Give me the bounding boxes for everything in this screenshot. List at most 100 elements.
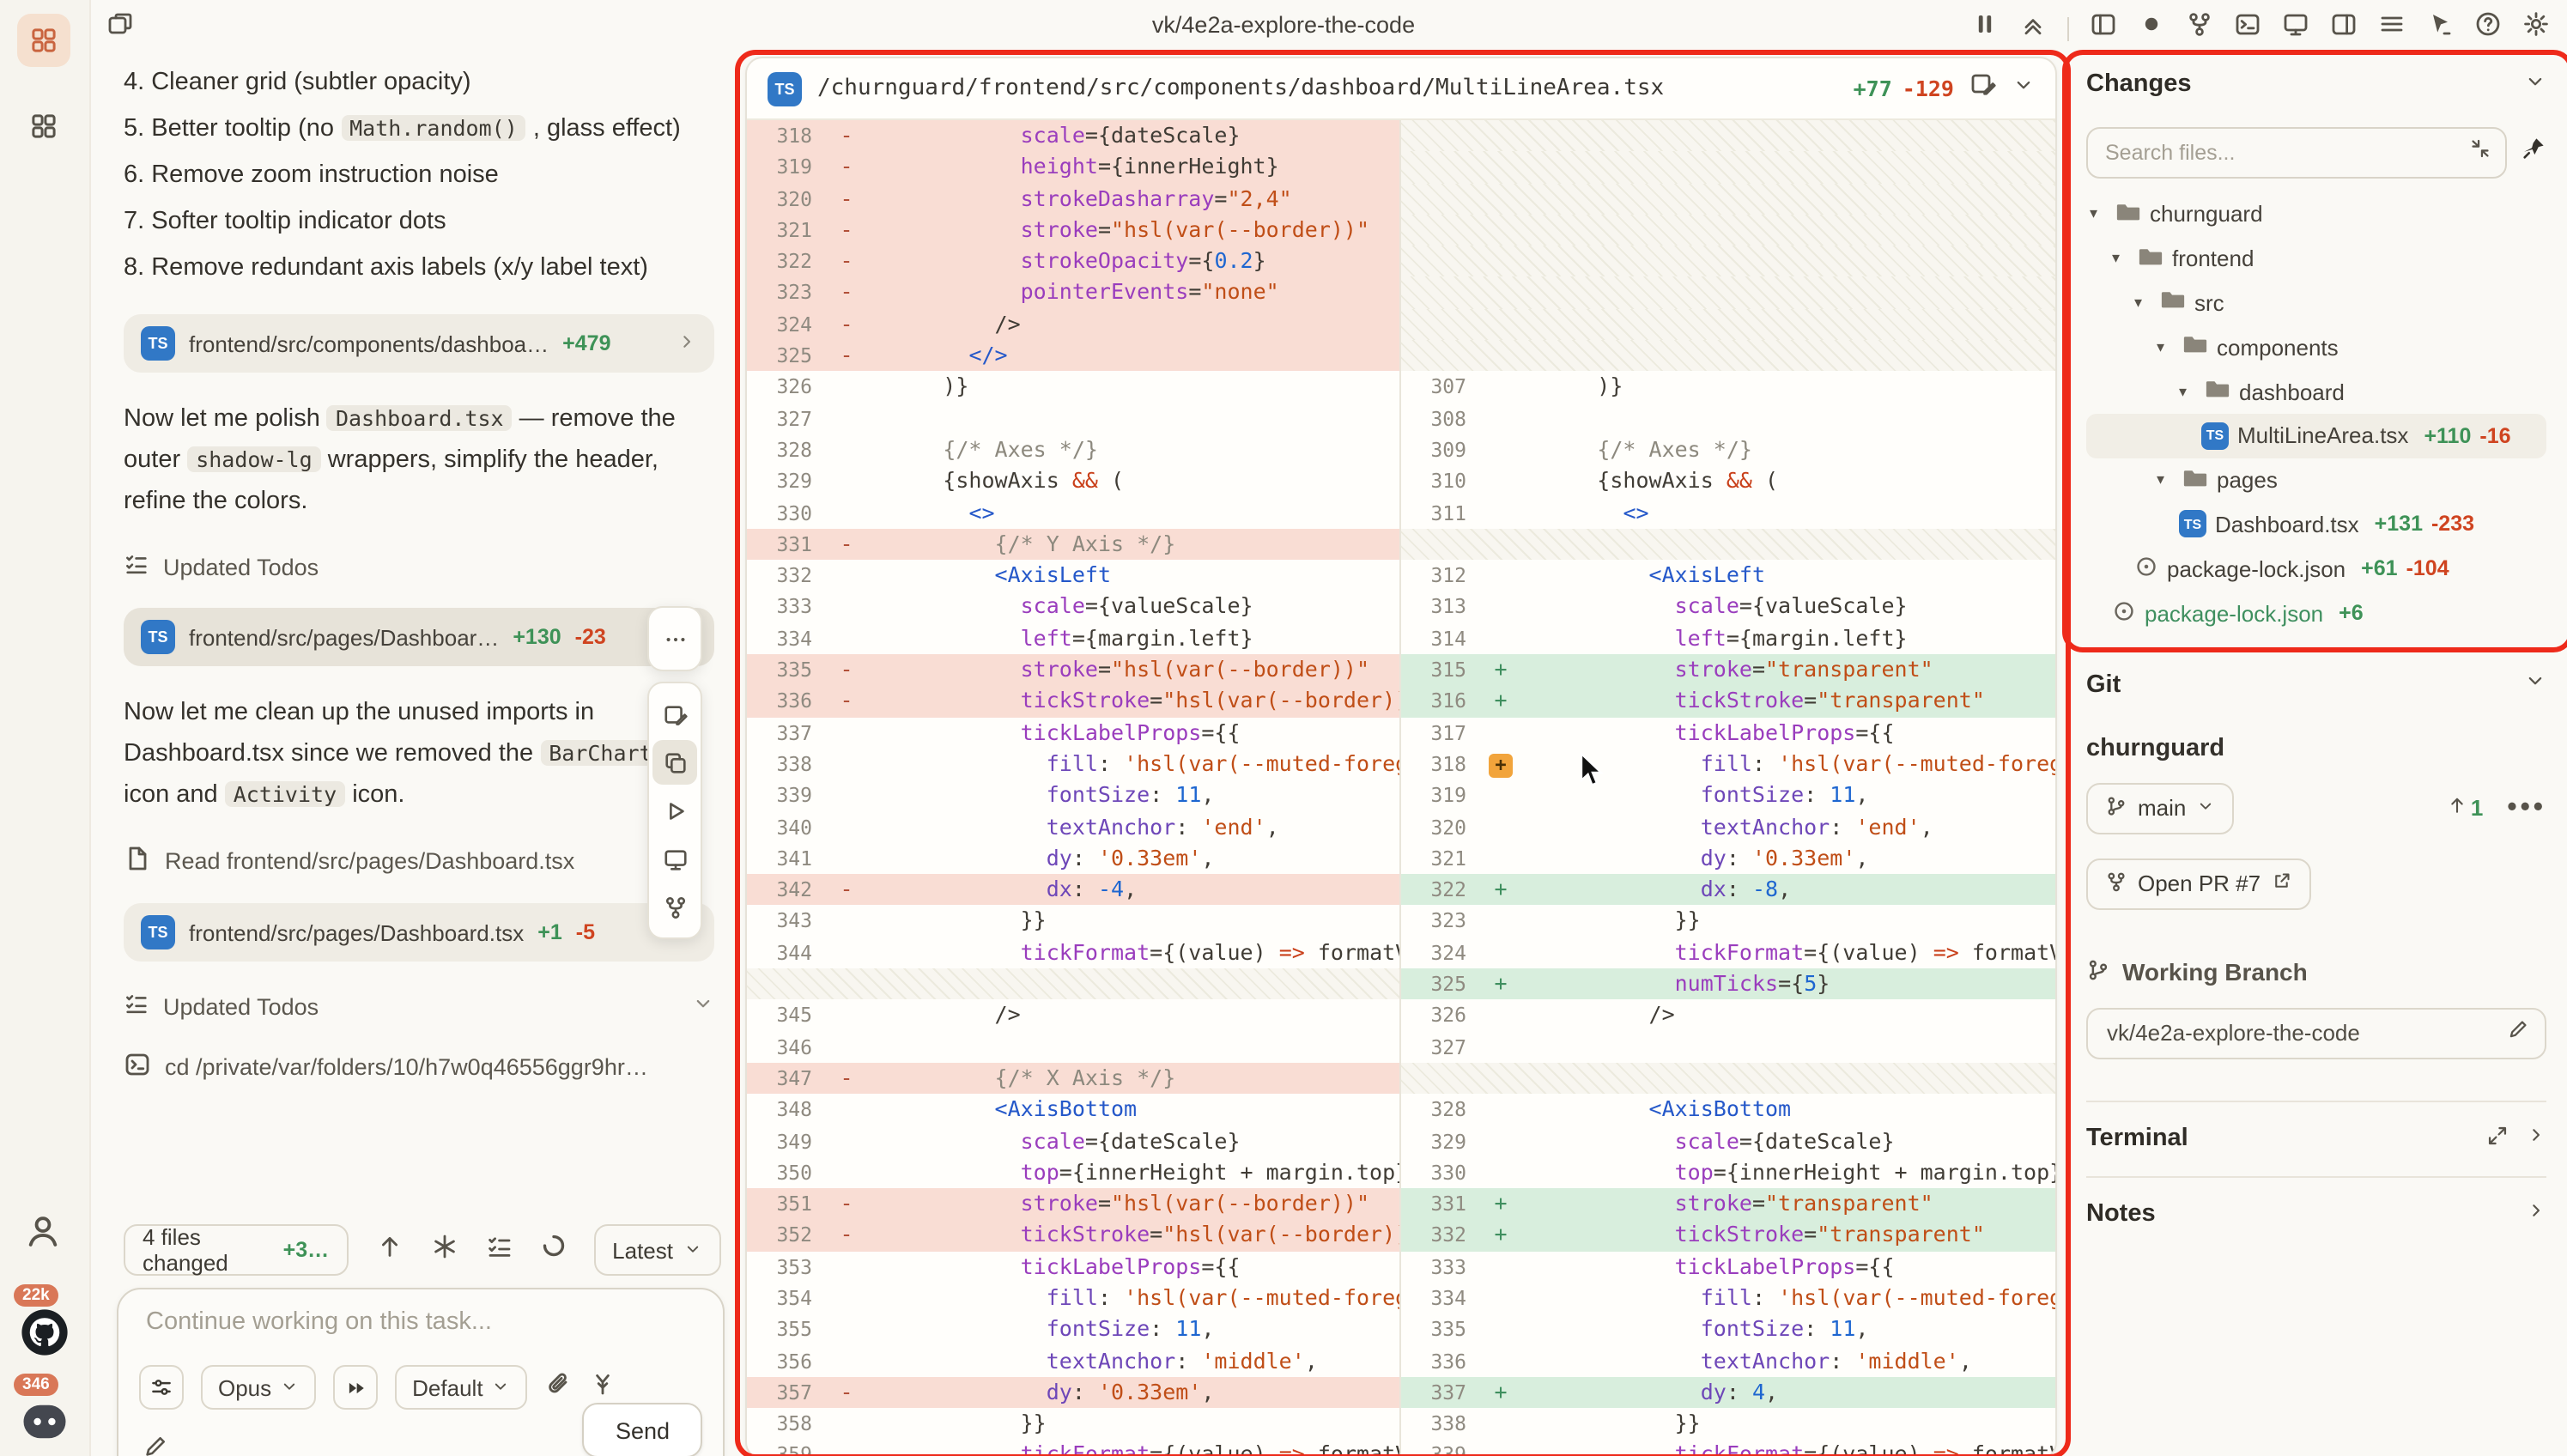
line-number: 335 bbox=[747, 654, 828, 686]
gear-icon[interactable] bbox=[2522, 10, 2550, 46]
message-input[interactable] bbox=[143, 1307, 706, 1338]
diff-code-line: 355 fontSize: 11, bbox=[747, 1314, 1401, 1346]
search-files-box[interactable] bbox=[2086, 127, 2507, 179]
scroll-top-button[interactable] bbox=[375, 1232, 403, 1268]
pause-icon[interactable] bbox=[1971, 10, 1999, 46]
panel-left-icon[interactable] bbox=[2090, 10, 2117, 46]
diff-marker bbox=[828, 1031, 865, 1063]
added-count: +479 bbox=[562, 331, 610, 355]
add-comment-button[interactable]: + bbox=[1489, 754, 1513, 778]
expand-icon[interactable] bbox=[2486, 1125, 2509, 1154]
working-branch-input[interactable] bbox=[2103, 1019, 2497, 1048]
menu-icon[interactable] bbox=[2378, 10, 2406, 46]
code-text: </> bbox=[865, 340, 1399, 372]
diff-code-line: 320- strokeDasharray="2,4" bbox=[747, 183, 1401, 215]
line-number: 315 bbox=[1401, 654, 1482, 686]
settings-sliders-button[interactable] bbox=[139, 1365, 184, 1410]
discord-icon[interactable] bbox=[21, 1398, 69, 1454]
monitor-icon[interactable] bbox=[2282, 10, 2309, 46]
palette-fork-button[interactable] bbox=[652, 884, 697, 929]
git-more-menu[interactable]: ••• bbox=[2507, 793, 2546, 824]
tool-action-row[interactable]: Read frontend/src/pages/Dashboard.tsx bbox=[124, 845, 714, 877]
pin-icon[interactable] bbox=[2521, 136, 2546, 170]
chevron-down-icon[interactable] bbox=[2012, 73, 2035, 104]
terminal-section-header[interactable]: Terminal bbox=[2086, 1101, 2546, 1154]
account-icon[interactable] bbox=[24, 1212, 62, 1259]
code-text: left={margin.left} bbox=[865, 623, 1399, 655]
fork-icon[interactable] bbox=[2186, 10, 2213, 46]
tool-action-row[interactable]: cd /private/var/folders/10/h7w0q46556ggr… bbox=[124, 1051, 714, 1083]
notes-section-header[interactable]: Notes bbox=[2086, 1176, 2546, 1228]
changes-section-header[interactable]: Changes bbox=[2086, 65, 2546, 103]
file-diff-chip[interactable]: TSfrontend/src/pages/Dashboar…+130-23 bbox=[124, 608, 714, 666]
git-branch-icon bbox=[2105, 795, 2127, 822]
diff-marker bbox=[1482, 906, 1520, 937]
attach-icon[interactable] bbox=[545, 1369, 573, 1405]
palette-play-button[interactable] bbox=[652, 788, 697, 833]
tree-file-Dashboard.tsx[interactable]: TSDashboard.tsx+131-233 bbox=[2086, 502, 2546, 547]
inline-code: Math.random() bbox=[341, 115, 526, 141]
latest-dropdown[interactable]: Latest bbox=[593, 1224, 721, 1276]
file-name: frontend/src/pages/Dashboard.tsx bbox=[189, 919, 524, 945]
added-count: +6 bbox=[2339, 601, 2364, 625]
updated-todos-row[interactable]: Updated Todos bbox=[124, 991, 714, 1022]
app-window: vk/4e2a-explore-the-code 22k 346 4. Clea… bbox=[0, 0, 2567, 1456]
model-dropdown[interactable]: Opus bbox=[201, 1365, 316, 1410]
diff-code-line: 309 {/* Axes */} bbox=[1401, 434, 2055, 466]
palette-more-button[interactable] bbox=[652, 616, 697, 661]
files-changed-chip[interactable]: 4 files changed +3… bbox=[124, 1224, 348, 1276]
tree-file-package-lock.json[interactable]: package-lock.json+61-104 bbox=[2086, 547, 2546, 592]
code-text: {showAxis && ( bbox=[865, 466, 1399, 498]
send-button[interactable]: Send bbox=[583, 1403, 702, 1456]
fast-forward-button[interactable] bbox=[333, 1365, 378, 1410]
branch-dropdown[interactable]: main bbox=[2086, 783, 2234, 834]
tree-file-package-lock.json[interactable]: package-lock.json+6 bbox=[2086, 591, 2546, 635]
dot-icon[interactable] bbox=[2138, 10, 2165, 46]
todos-button[interactable] bbox=[485, 1232, 513, 1268]
working-branch-field[interactable] bbox=[2086, 1008, 2546, 1059]
collapse-icon[interactable] bbox=[2019, 10, 2047, 46]
talon-icon[interactable] bbox=[590, 1369, 617, 1405]
compact-button[interactable] bbox=[430, 1232, 458, 1268]
apps-grid-icon[interactable] bbox=[17, 100, 70, 153]
collapse-tree-icon[interactable] bbox=[2469, 137, 2491, 168]
edit-pencil-icon[interactable] bbox=[2507, 1018, 2529, 1049]
cursorline-icon[interactable] bbox=[2426, 10, 2454, 46]
diff-empty-cell bbox=[1401, 1063, 2055, 1095]
terminal-icon[interactable] bbox=[2234, 10, 2261, 46]
open-pr-button[interactable]: Open PR #7 bbox=[2086, 858, 2310, 910]
code-text: pointerEvents="none" bbox=[865, 277, 1399, 309]
github-icon[interactable] bbox=[21, 1308, 69, 1365]
help-icon[interactable] bbox=[2474, 10, 2502, 46]
tree-file-MultiLineArea.tsx[interactable]: TSMultiLineArea.tsx+110-16 bbox=[2086, 414, 2546, 458]
tree-folder-churnguard[interactable]: ▾churnguard bbox=[2086, 192, 2546, 237]
diff-removed-count: -129 bbox=[1902, 76, 1954, 101]
diff-row: 327308 bbox=[747, 403, 2055, 434]
palette-copy-button[interactable] bbox=[652, 740, 697, 785]
edit-pencil-icon[interactable] bbox=[143, 1434, 168, 1456]
file-diff-chip[interactable]: TSfrontend/src/components/dashboa…+479 bbox=[124, 314, 714, 373]
updated-todos-row[interactable]: Updated Todos bbox=[124, 551, 714, 582]
diff-code-line: 330 top={innerHeight + margin.top} bbox=[1401, 1157, 2055, 1189]
code-text: scale={valueScale} bbox=[1520, 592, 2055, 623]
tree-folder-src[interactable]: ▾src bbox=[2086, 281, 2546, 325]
tree-folder-components[interactable]: ▾components bbox=[2086, 325, 2546, 370]
composer-controls: Opus Default bbox=[139, 1365, 617, 1410]
mode-dropdown[interactable]: Default bbox=[395, 1365, 527, 1410]
search-files-input[interactable] bbox=[2102, 139, 2459, 167]
file-diff-chip[interactable]: TSfrontend/src/pages/Dashboard.tsx+1-5 bbox=[124, 903, 714, 962]
tree-folder-pages[interactable]: ▾pages bbox=[2086, 458, 2546, 503]
tree-folder-frontend[interactable]: ▾frontend bbox=[2086, 237, 2546, 282]
mode-label: Default bbox=[412, 1374, 482, 1400]
diff-marker: - bbox=[828, 1063, 865, 1095]
tree-folder-dashboard[interactable]: ▾dashboard bbox=[2086, 369, 2546, 414]
panel-right-icon[interactable] bbox=[2330, 10, 2358, 46]
diff-row: 343 }}323 }} bbox=[747, 906, 2055, 937]
palette-monitor-button[interactable] bbox=[652, 836, 697, 881]
diff-view-toggle-icon[interactable] bbox=[1969, 70, 1997, 106]
palette-editdiff-button[interactable] bbox=[652, 692, 697, 737]
git-section-header[interactable]: Git bbox=[2086, 666, 2546, 704]
chevron-down-icon bbox=[692, 992, 714, 1020]
line-number: 352 bbox=[747, 1220, 828, 1252]
line-number: 326 bbox=[747, 372, 828, 403]
